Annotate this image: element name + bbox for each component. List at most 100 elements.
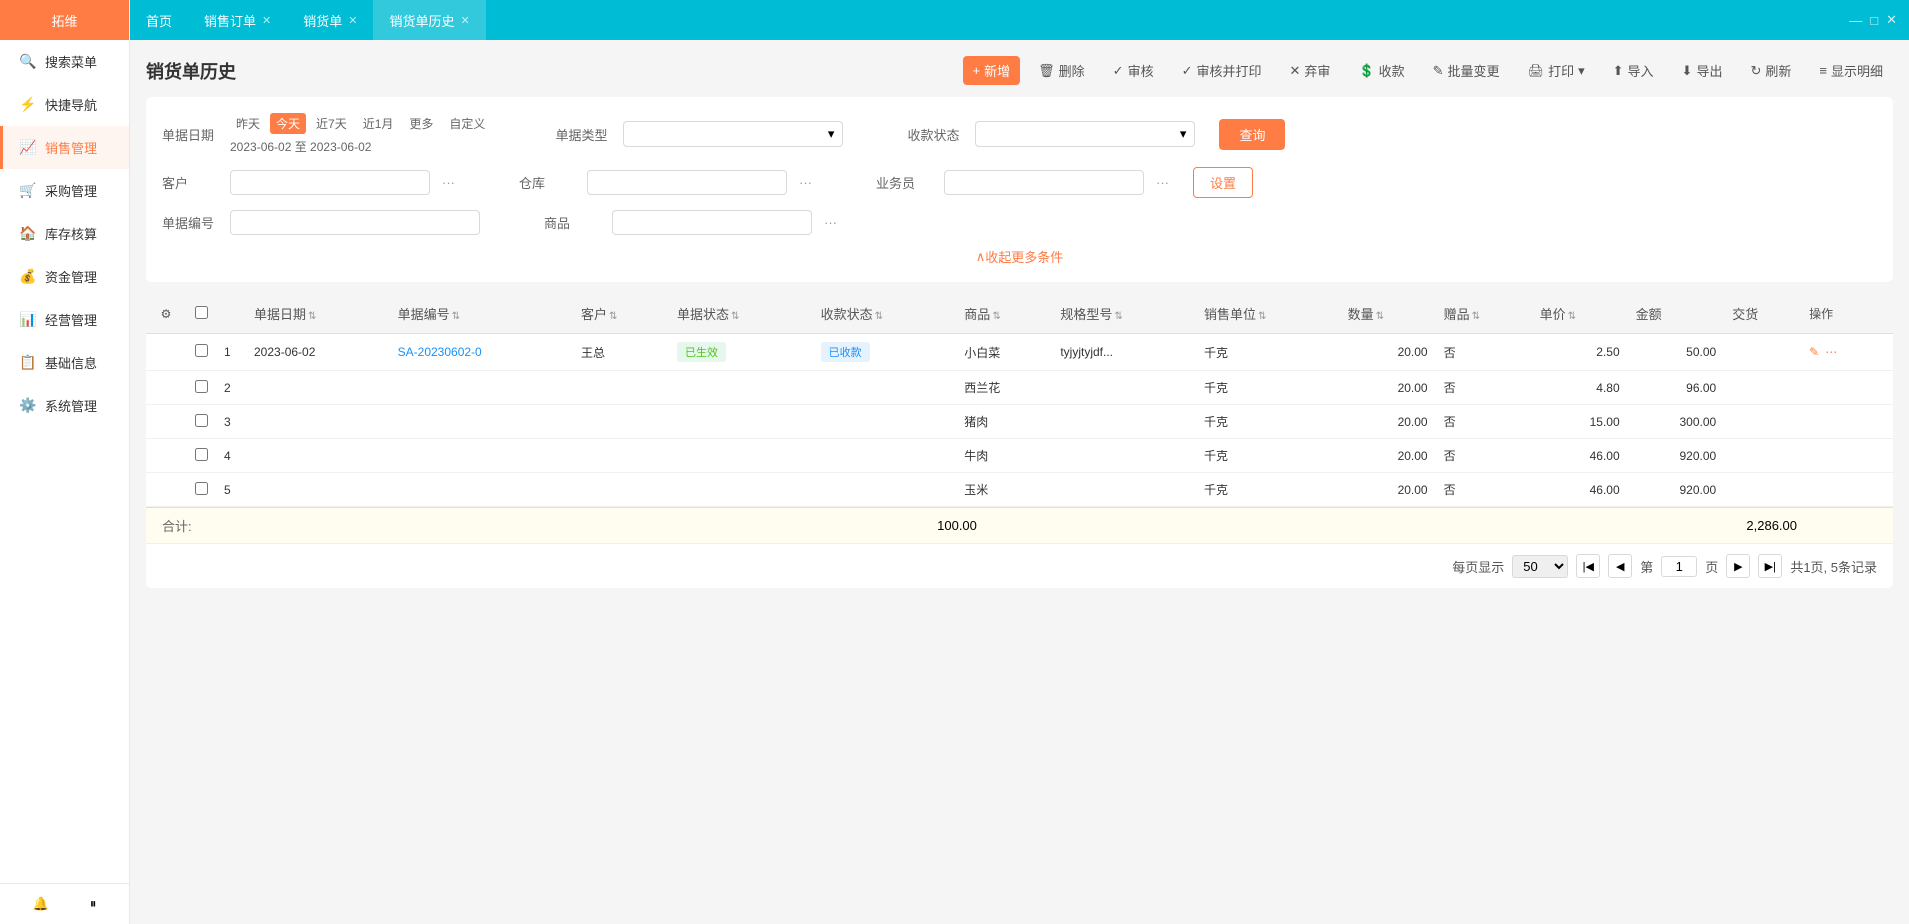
tab-sales-order[interactable]: 销售订单 ✕ (188, 0, 287, 40)
last-page-button[interactable]: ▶| (1758, 554, 1782, 578)
maximize-icon[interactable]: □ (1870, 13, 1878, 28)
col-amount[interactable]: 金额 (1628, 294, 1725, 334)
sidebar-item-operations[interactable]: 📊 经营管理 (0, 298, 129, 341)
col-transaction[interactable]: 交货 (1724, 294, 1801, 334)
filter-warehouse-input[interactable] (587, 170, 787, 195)
col-settings[interactable]: ⚙ (146, 294, 186, 334)
date-shortcut-1month[interactable]: 近1月 (357, 113, 400, 134)
import-button[interactable]: ⬆ 导入 (1603, 56, 1664, 85)
sidebar-item-label: 资金管理 (45, 267, 97, 286)
batch-change-button[interactable]: ✎ 批量变更 (1423, 56, 1510, 85)
tab-sales-history[interactable]: 销货单历史 ✕ (373, 0, 485, 40)
cell-gift: 否 (1436, 371, 1532, 405)
col-doc-no[interactable]: 单据编号⇅ (390, 294, 573, 334)
tab-sales-order-close[interactable]: ✕ (262, 14, 271, 27)
cell-checkbox[interactable] (186, 439, 216, 473)
col-customer[interactable]: 客户⇅ (573, 294, 669, 334)
next-page-button[interactable]: ▶ (1726, 554, 1750, 578)
row-checkbox[interactable] (195, 380, 208, 393)
filter-goods-input[interactable] (612, 210, 812, 235)
row-checkbox[interactable] (195, 414, 208, 427)
current-page-input[interactable]: 1 (1661, 556, 1697, 577)
select-all-checkbox[interactable] (195, 306, 208, 319)
cell-checkbox[interactable] (186, 405, 216, 439)
nav-bar: 首页 销售订单 ✕ 销货单 ✕ 销货单历史 ✕ — □ ✕ (130, 0, 1909, 40)
query-button[interactable]: 查询 (1219, 119, 1285, 150)
cell-checkbox[interactable] (186, 334, 216, 371)
sidebar-item-finance[interactable]: 💰 资金管理 (0, 255, 129, 298)
col-payment-status[interactable]: 收款状态⇅ (813, 294, 957, 334)
export-button[interactable]: ⬇ 导出 (1672, 56, 1733, 85)
filter-salesperson-input[interactable] (944, 170, 1144, 195)
filter-customer-input[interactable] (230, 170, 430, 195)
date-shortcut-yesterday[interactable]: 昨天 (230, 113, 266, 134)
sidebar-item-quick-nav[interactable]: ⚡ 快捷导航 (0, 83, 129, 126)
col-unit[interactable]: 销售单位⇅ (1196, 294, 1340, 334)
cell-unit: 千克 (1196, 405, 1340, 439)
edit-action-button[interactable]: ✎ (1809, 345, 1819, 359)
cell-doc-no[interactable]: SA-20230602-0 (390, 334, 573, 371)
audit-button[interactable]: ✓ 审核 (1103, 56, 1164, 85)
sidebar-item-purchase-mgmt[interactable]: 🛒 采购管理 (0, 169, 129, 212)
cell-doc-no[interactable] (390, 473, 573, 507)
col-spec[interactable]: 规格型号⇅ (1052, 294, 1196, 334)
new-button[interactable]: + 新增 (963, 56, 1021, 85)
filter-customer-dots[interactable]: ··· (442, 175, 455, 190)
filter-doc-type-select[interactable]: ▾ (623, 121, 843, 147)
sidebar-bottom-icon1[interactable]: 🔔 (33, 896, 49, 912)
col-checkbox[interactable] (186, 294, 216, 334)
show-detail-button[interactable]: ≡ 显示明细 (1809, 56, 1893, 85)
tab-sales-goods-label: 销货单 (303, 11, 342, 30)
delete-button[interactable]: 🗑 删除 (1028, 56, 1095, 85)
date-shortcut-custom[interactable]: 自定义 (443, 113, 491, 134)
print-button[interactable]: 🖨 打印 ▾ (1518, 56, 1595, 85)
sidebar-item-basic-info[interactable]: 📋 基础信息 (0, 341, 129, 384)
sidebar-bottom-icon2[interactable]: ⏸ (90, 896, 97, 912)
collect-button[interactable]: 💲 收款 (1348, 56, 1414, 85)
sidebar-item-search-menu[interactable]: 🔍 搜索菜单 (0, 40, 129, 83)
page-size-select[interactable]: 50 100 200 (1512, 555, 1568, 578)
filter-goods-dots[interactable]: ··· (824, 215, 837, 230)
more-action-button[interactable]: ⋯ (1825, 345, 1837, 359)
set-button[interactable]: 设置 (1193, 167, 1253, 198)
prev-page-button[interactable]: ◀ (1608, 554, 1632, 578)
abandon-button[interactable]: ✕ 弃审 (1280, 56, 1341, 85)
cell-doc-no[interactable] (390, 371, 573, 405)
tab-sales-history-close[interactable]: ✕ (461, 14, 470, 27)
collapse-button[interactable]: ∧ 收起更多条件 (162, 247, 1877, 266)
cell-unit-price: 15.00 (1532, 405, 1628, 439)
cell-doc-no[interactable] (390, 405, 573, 439)
sidebar-item-sales-mgmt[interactable]: 📈 销售管理 (0, 126, 129, 169)
col-gift[interactable]: 赠品⇅ (1436, 294, 1532, 334)
first-page-button[interactable]: |◀ (1576, 554, 1600, 578)
col-goods[interactable]: 商品⇅ (956, 294, 1052, 334)
col-date[interactable]: 单据日期⇅ (246, 294, 390, 334)
minimize-icon[interactable]: — (1849, 13, 1862, 28)
row-checkbox[interactable] (195, 448, 208, 461)
cell-doc-no[interactable] (390, 439, 573, 473)
cell-checkbox[interactable] (186, 473, 216, 507)
col-quantity[interactable]: 数量⇅ (1340, 294, 1436, 334)
row-checkbox[interactable] (195, 344, 208, 357)
tab-sales-goods-close[interactable]: ✕ (348, 14, 357, 27)
filter-doc-no-input[interactable] (230, 210, 480, 235)
print-dropdown-icon: ▾ (1578, 63, 1585, 79)
col-unit-price[interactable]: 单价⇅ (1532, 294, 1628, 334)
filter-warehouse-dots[interactable]: ··· (799, 175, 812, 190)
tab-sales-goods[interactable]: 销货单 ✕ (287, 0, 373, 40)
cell-checkbox[interactable] (186, 371, 216, 405)
close-icon[interactable]: ✕ (1886, 12, 1897, 28)
sidebar-item-inventory[interactable]: 🏠 库存核算 (0, 212, 129, 255)
row-checkbox[interactable] (195, 482, 208, 495)
filter-payment-status-select[interactable]: ▾ (975, 121, 1195, 147)
date-shortcut-more[interactable]: 更多 (403, 113, 439, 134)
refresh-button[interactable]: ↻ 刷新 (1740, 56, 1801, 85)
date-shortcut-today[interactable]: 今天 (270, 113, 306, 134)
sidebar-item-system-mgmt[interactable]: ⚙️ 系统管理 (0, 384, 129, 427)
tab-home[interactable]: 首页 (130, 0, 188, 40)
col-doc-status[interactable]: 单据状态⇅ (669, 294, 813, 334)
date-shortcut-7days[interactable]: 近7天 (310, 113, 353, 134)
cell-payment-status: 已收款 (813, 334, 957, 371)
filter-salesperson-dots[interactable]: ··· (1156, 175, 1169, 190)
audit-print-button[interactable]: ✓ 审核并打印 (1172, 56, 1272, 85)
